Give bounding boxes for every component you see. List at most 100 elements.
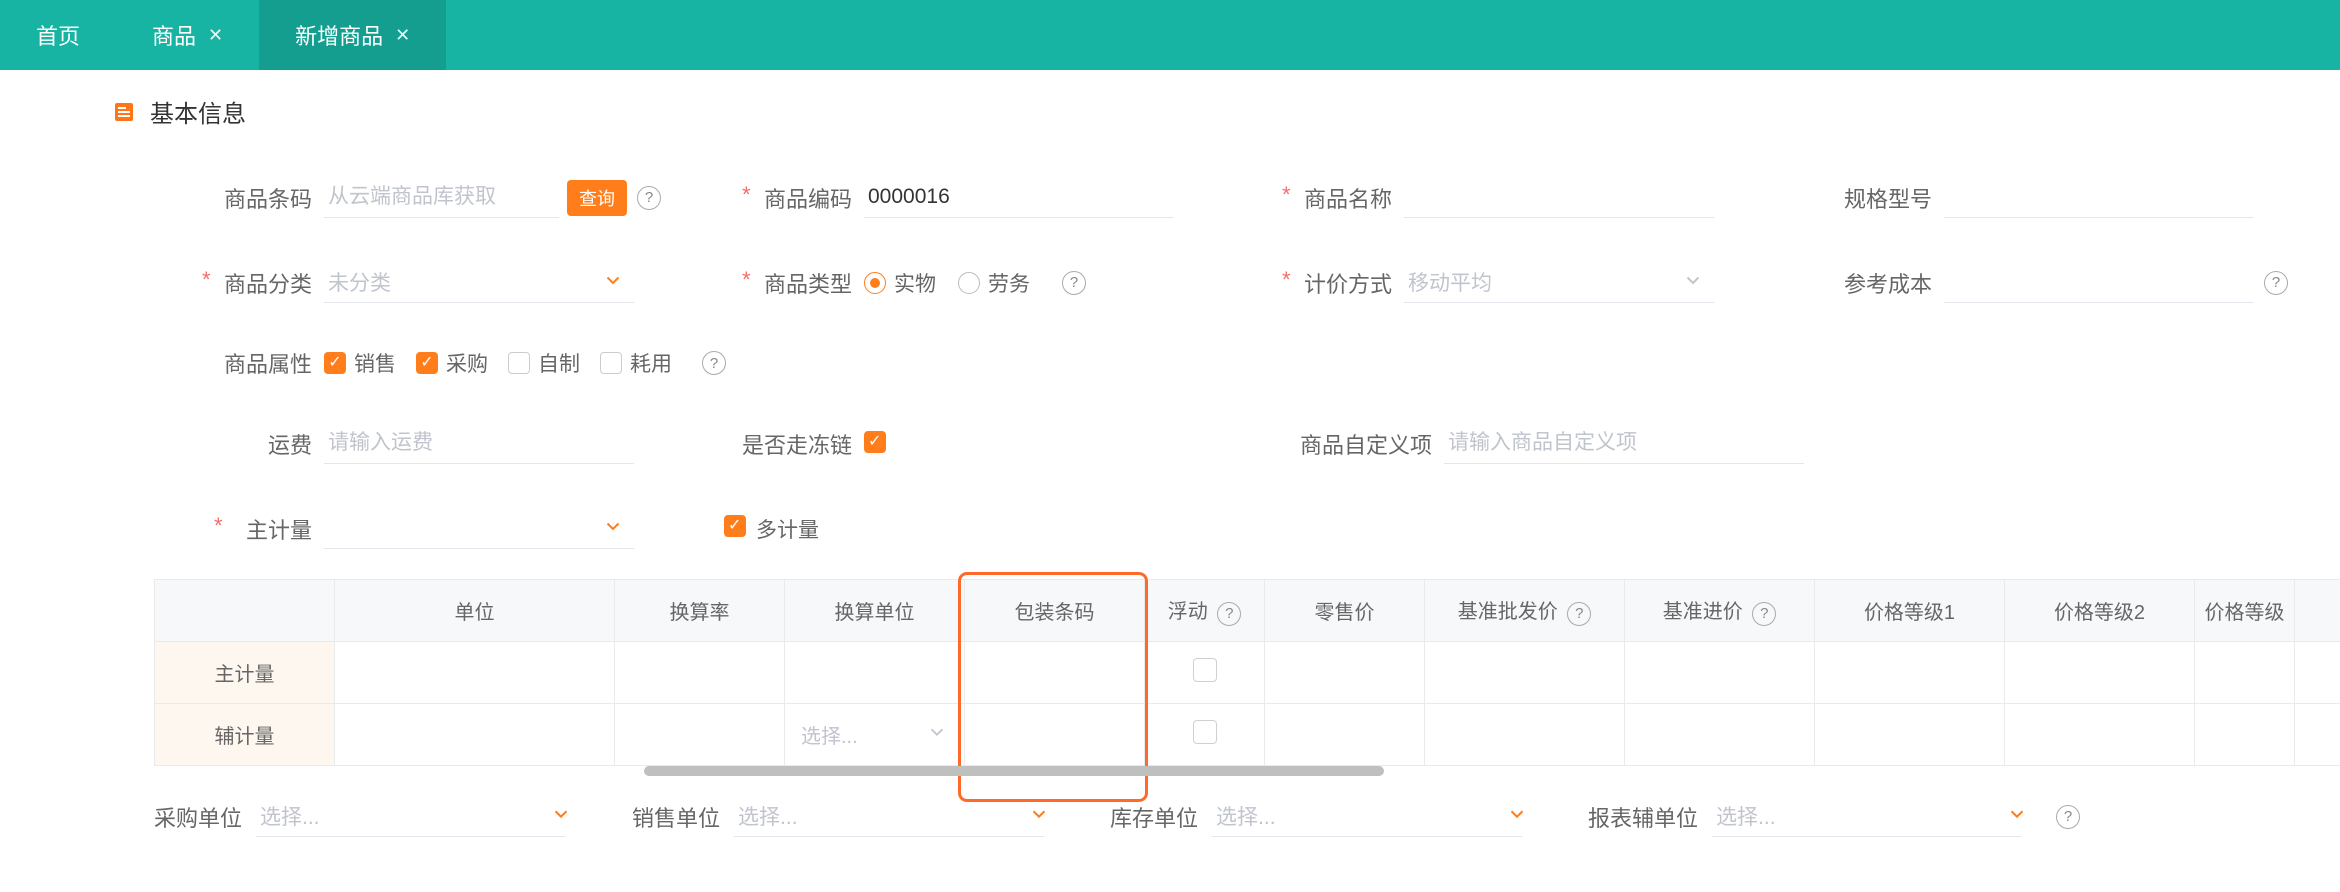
cell-wholesale[interactable] [1425,642,1625,704]
label-category: 商品分类 [154,267,324,299]
label-custom-field: 商品自定义项 [1234,428,1444,460]
cb-selfmade-label: 自制 [538,348,580,378]
close-icon[interactable]: ✕ [208,25,223,46]
sales-unit-select[interactable] [734,796,1044,837]
tab-bar: 首页 商品 ✕ 新增商品 ✕ [0,0,2340,70]
stock-unit-select[interactable] [1212,796,1522,837]
th-ops: 操作 [2295,580,2340,642]
cell-rate[interactable] [615,642,785,704]
multi-unit-checkbox[interactable]: 多计量 [724,514,819,544]
report-unit-select[interactable] [1712,796,2022,837]
cell-retail[interactable] [1265,642,1425,704]
cell-rate-unit[interactable] [785,642,965,704]
cell-retail[interactable] [1265,704,1425,766]
cb-selfmade[interactable]: 自制 [508,348,580,378]
th-cost: 基准进价 ? [1625,580,1815,642]
cell-float[interactable] [1145,704,1265,766]
tab-home-label: 首页 [36,19,80,51]
cell-level-more[interactable] [2195,704,2295,766]
ref-cost-input[interactable] [1944,262,2254,303]
cell-level2[interactable] [2005,704,2195,766]
category-select[interactable] [324,262,634,303]
purchase-unit-select[interactable] [256,796,566,837]
help-icon[interactable]: ? [702,351,726,375]
barcode-input[interactable] [324,177,559,218]
label-purchase-unit: 采购单位 [154,801,242,833]
cell-wholesale[interactable] [1425,704,1625,766]
help-icon[interactable]: ? [1062,271,1086,295]
label-barcode: 商品条码 [154,182,324,214]
th-float: 浮动 ? [1145,580,1265,642]
tab-products[interactable]: 商品 ✕ [116,0,259,70]
label-main-unit: 主计量 [154,513,324,545]
cb-consume-label: 耗用 [630,348,672,378]
cell-ops: ＋ [2295,704,2340,766]
cb-purchase[interactable]: 采购 [416,348,488,378]
radio-physical-label: 实物 [894,268,936,298]
checkbox-icon[interactable] [1193,658,1217,682]
cell-unit[interactable] [335,704,615,766]
code-input[interactable] [864,177,1174,218]
label-type: 商品类型 [694,267,864,299]
th-wholesale-label: 基准批发价 [1458,601,1558,623]
close-icon[interactable]: ✕ [395,25,410,46]
cell-rate[interactable] [615,704,785,766]
form-icon [112,100,136,124]
cb-purchase-label: 采购 [446,348,488,378]
radio-dot-icon [864,272,886,294]
cell-select-placeholder: 选择... [801,720,858,749]
cb-consume[interactable]: 耗用 [600,348,672,378]
cell-level1[interactable] [1815,642,2005,704]
help-icon[interactable]: ? [2264,271,2288,295]
horizontal-scrollbar[interactable] [644,766,1384,776]
name-input[interactable] [1404,177,1714,218]
help-icon[interactable]: ? [637,186,661,210]
main-unit-select[interactable] [324,508,634,549]
checkbox-icon [724,515,746,537]
freight-input[interactable] [324,423,634,464]
help-icon[interactable]: ? [1752,602,1776,626]
label-name: 商品名称 [1234,182,1404,214]
label-code: 商品编码 [694,182,864,214]
cell-barcode[interactable] [965,642,1145,704]
cell-cost[interactable] [1625,642,1815,704]
help-icon[interactable]: ? [2056,805,2080,829]
label-report-unit: 报表辅单位 [1588,801,1698,833]
lookup-button[interactable]: 查询 [567,180,627,216]
cell-ops [2295,642,2340,704]
cold-chain-checkbox[interactable] [864,431,886,456]
cell-level-more[interactable] [2195,642,2295,704]
th-level1: 价格等级1 [1815,580,2005,642]
th-float-label: 浮动 [1168,601,1208,623]
help-icon[interactable]: ? [1217,602,1241,626]
cell-level1[interactable] [1815,704,2005,766]
cb-sale[interactable]: 销售 [324,348,396,378]
cell-rate-unit[interactable]: 选择... [785,704,965,766]
th-barcode: 包装条码 [965,580,1145,642]
cell-level2[interactable] [2005,642,2195,704]
radio-physical[interactable]: 实物 [864,268,936,298]
radio-service[interactable]: 劳务 [958,268,1030,298]
row-aux-label: 辅计量 [155,704,335,766]
custom-field-input[interactable] [1444,423,1804,464]
chevron-down-icon [1028,803,1050,831]
tab-add-product[interactable]: 新增商品 ✕ [259,0,446,70]
th-level2: 价格等级2 [2005,580,2195,642]
spec-input[interactable] [1944,177,2254,218]
chevron-down-icon [1506,803,1528,831]
checkbox-icon [416,352,438,374]
cell-unit[interactable] [335,642,615,704]
label-ref-cost: 参考成本 [1774,267,1944,299]
tab-home[interactable]: 首页 [0,0,116,70]
pricing-select[interactable] [1404,262,1714,303]
cell-cost[interactable] [1625,704,1815,766]
cell-float[interactable] [1145,642,1265,704]
cb-sale-label: 销售 [354,348,396,378]
radio-service-label: 劳务 [988,268,1030,298]
cell-barcode[interactable] [965,704,1145,766]
section-header: 基本信息 [112,94,2316,129]
help-icon[interactable]: ? [1567,602,1591,626]
checkbox-icon[interactable] [1193,720,1217,744]
checkbox-icon [508,352,530,374]
tab-add-product-label: 新增商品 [295,19,383,51]
